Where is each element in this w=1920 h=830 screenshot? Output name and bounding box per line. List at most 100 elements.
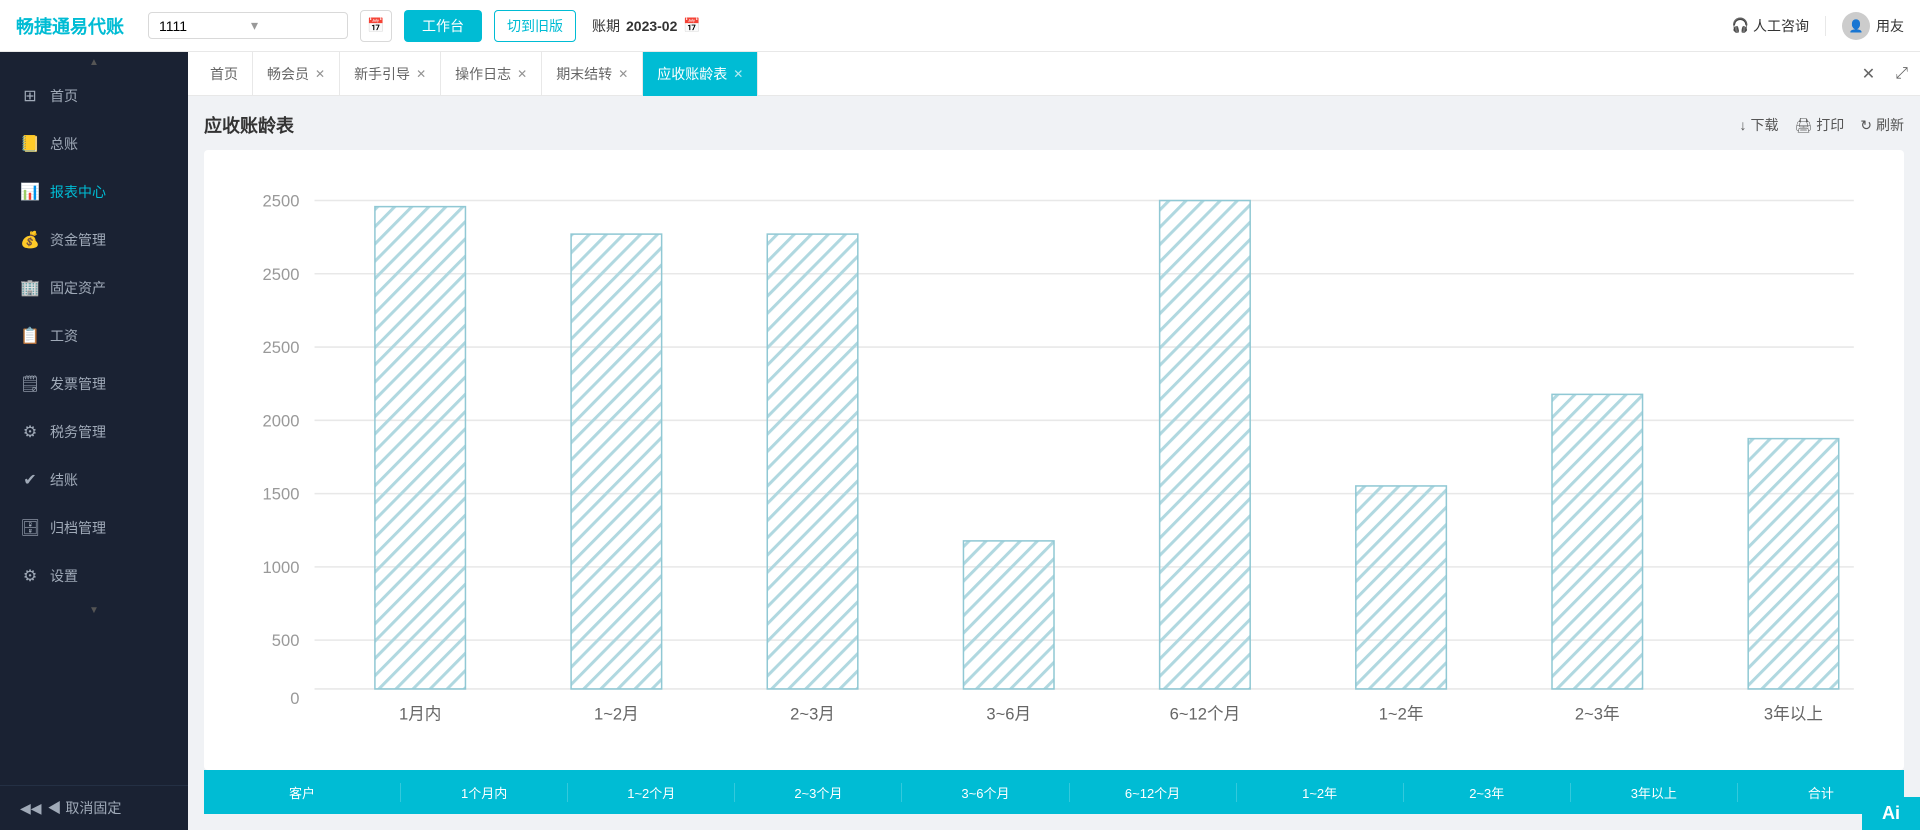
sidebar-item-home[interactable]: ⊞ 首页 <box>0 72 188 120</box>
print-button[interactable]: 🖨 打印 <box>1794 115 1844 135</box>
sidebar-item-tax[interactable]: ⚙ 税务管理 <box>0 408 188 456</box>
sidebar-label-settings: 设置 <box>50 566 78 586</box>
avatar: 👤 <box>1842 12 1870 40</box>
tab-aging-close[interactable]: ✕ <box>733 67 743 81</box>
sidebar-item-checkout[interactable]: ✔ 结账 <box>0 456 188 504</box>
chart-wrapper: 2500 2500 2500 2000 1500 1000 500 0 <box>224 170 1884 750</box>
tab-member[interactable]: 畅会员 ✕ <box>253 52 340 96</box>
tab-guide-close[interactable]: ✕ <box>416 67 426 81</box>
th-1-2month: 1~2个月 <box>568 783 735 802</box>
sidebar-item-salary[interactable]: 📋 工资 <box>0 312 188 360</box>
bar-1-2年 <box>1356 486 1447 689</box>
sidebar-item-archive[interactable]: 🗄 归档管理 <box>0 504 188 552</box>
svg-text:0: 0 <box>290 689 299 708</box>
consult-label: 人工咨询 <box>1753 16 1809 36</box>
header-right: 🎧 人工咨询 👤 用友 <box>1732 12 1904 40</box>
assets-icon: 🏢 <box>20 278 40 298</box>
sidebar-item-settings[interactable]: ⚙ 设置 <box>0 552 188 600</box>
tab-oplog-close[interactable]: ✕ <box>517 67 527 81</box>
sidebar-item-invoice[interactable]: 🗒 发票管理 <box>0 360 188 408</box>
reports-icon: 📊 <box>20 182 40 202</box>
top-header: 畅捷通易代账 1111 ▾ 📅 工作台 切到旧版 账期 2023-02 📅 🎧 … <box>0 0 1920 52</box>
page-actions: ↓ 下载 🖨 打印 ↻ 刷新 <box>1739 115 1904 135</box>
tab-period-end-label: 期末结转 <box>556 64 612 84</box>
tab-member-close[interactable]: ✕ <box>315 67 325 81</box>
period-value: 2023-02 <box>626 18 677 34</box>
content-area: 首页 畅会员 ✕ 新手引导 ✕ 操作日志 ✕ 期末结转 ✕ <box>188 52 1920 830</box>
sidebar-item-reports[interactable]: 📊 报表中心 <box>0 168 188 216</box>
calendar-icon: 📅 <box>367 17 384 34</box>
svg-text:1500: 1500 <box>263 485 300 504</box>
period-area: 账期 2023-02 📅 <box>592 16 701 36</box>
tab-period-close[interactable]: ✕ <box>618 67 628 81</box>
page-header: 应收账龄表 ↓ 下载 🖨 打印 ↻ 刷新 <box>204 112 1904 138</box>
tab-oplog-label: 操作日志 <box>455 64 511 84</box>
sidebar-label-capital: 资金管理 <box>50 230 106 250</box>
tab-expand-btn[interactable]: ⤢ <box>1891 61 1912 87</box>
dropdown-icon: ▾ <box>251 17 337 34</box>
capital-icon: 💰 <box>20 230 40 250</box>
th-3year-plus: 3年以上 <box>1571 783 1738 802</box>
sidebar-label-invoice: 发票管理 <box>50 374 106 394</box>
ledger-icon: 📒 <box>20 134 40 154</box>
scroll-up-btn[interactable]: ▲ <box>0 52 188 72</box>
sidebar-label-reports: 报表中心 <box>50 182 106 202</box>
period-calendar-icon[interactable]: 📅 <box>683 17 700 34</box>
svg-text:2500: 2500 <box>263 338 300 357</box>
refresh-label: 刷新 <box>1876 115 1904 135</box>
bar-chart-svg: 2500 2500 2500 2000 1500 1000 500 0 <box>224 170 1884 750</box>
tab-aging-label: 应收账龄表 <box>657 64 727 84</box>
xlabel-6: 1~2年 <box>1379 704 1424 723</box>
sidebar-label-archive: 归档管理 <box>50 518 106 538</box>
company-select[interactable]: 1111 ▾ <box>148 12 348 39</box>
checkout-icon: ✔ <box>20 470 40 490</box>
tab-guide[interactable]: 新手引导 ✕ <box>340 52 441 96</box>
svg-text:2500: 2500 <box>263 265 300 284</box>
bar-3年以上 <box>1748 439 1839 689</box>
workbench-button[interactable]: 工作台 <box>404 10 482 42</box>
sidebar-item-capital[interactable]: 💰 资金管理 <box>0 216 188 264</box>
tab-period-end[interactable]: 期末结转 ✕ <box>542 52 643 96</box>
sidebar-footer[interactable]: ◀◀ ◀ 取消固定 <box>0 785 188 830</box>
period-label: 账期 <box>592 16 620 36</box>
footer-label: ◀ 取消固定 <box>48 798 122 818</box>
th-1month: 1个月内 <box>401 783 568 802</box>
th-6-12month: 6~12个月 <box>1070 783 1237 802</box>
header-divider <box>1825 16 1826 36</box>
invoice-icon: 🗒 <box>20 374 40 394</box>
tab-close-btn[interactable]: ✕ <box>1858 60 1879 88</box>
tab-aging[interactable]: 应收账龄表 ✕ <box>643 52 758 96</box>
sidebar-label-home: 首页 <box>50 86 78 106</box>
refresh-button[interactable]: ↻ 刷新 <box>1860 115 1904 135</box>
consult-area[interactable]: 🎧 人工咨询 <box>1732 16 1809 36</box>
svg-text:2500: 2500 <box>263 192 300 211</box>
salary-icon: 📋 <box>20 326 40 346</box>
scroll-down-btn[interactable]: ▼ <box>0 600 188 620</box>
sidebar-scroll: ▲ ⊞ 首页 📒 总账 📊 报表中心 💰 资金管理 <box>0 52 188 785</box>
archive-icon: 🗄 <box>20 518 40 538</box>
refresh-icon: ↻ <box>1860 117 1872 134</box>
xlabel-8: 3年以上 <box>1764 704 1823 723</box>
xlabel-3: 2~3月 <box>790 704 835 723</box>
ai-badge[interactable]: Ai <box>1862 797 1920 830</box>
sidebar-item-assets[interactable]: 🏢 固定资产 <box>0 264 188 312</box>
company-name: 1111 <box>159 18 245 34</box>
user-area[interactable]: 👤 用友 <box>1842 12 1904 40</box>
tab-oplog[interactable]: 操作日志 ✕ <box>441 52 542 96</box>
tabs-right: ✕ ⤢ <box>1858 60 1912 88</box>
print-icon: 🖨 <box>1794 117 1812 134</box>
tab-guide-label: 新手引导 <box>354 64 410 84</box>
tab-member-label: 畅会员 <box>267 64 309 84</box>
switch-button[interactable]: 切到旧版 <box>494 10 576 42</box>
bar-2-3年 <box>1552 394 1643 689</box>
bar-6-12月 <box>1160 201 1251 689</box>
sidebar-item-ledger[interactable]: 📒 总账 <box>0 120 188 168</box>
sidebar: ▲ ⊞ 首页 📒 总账 📊 报表中心 💰 资金管理 <box>0 52 188 830</box>
download-button[interactable]: ↓ 下载 <box>1739 115 1778 135</box>
th-customer: 客户 <box>204 783 401 802</box>
bar-3-6月 <box>963 541 1054 689</box>
tab-home[interactable]: 首页 <box>196 52 253 96</box>
xlabel-7: 2~3年 <box>1575 704 1620 723</box>
calendar-icon-btn[interactable]: 📅 <box>360 10 392 42</box>
bar-1月内 <box>375 207 466 689</box>
